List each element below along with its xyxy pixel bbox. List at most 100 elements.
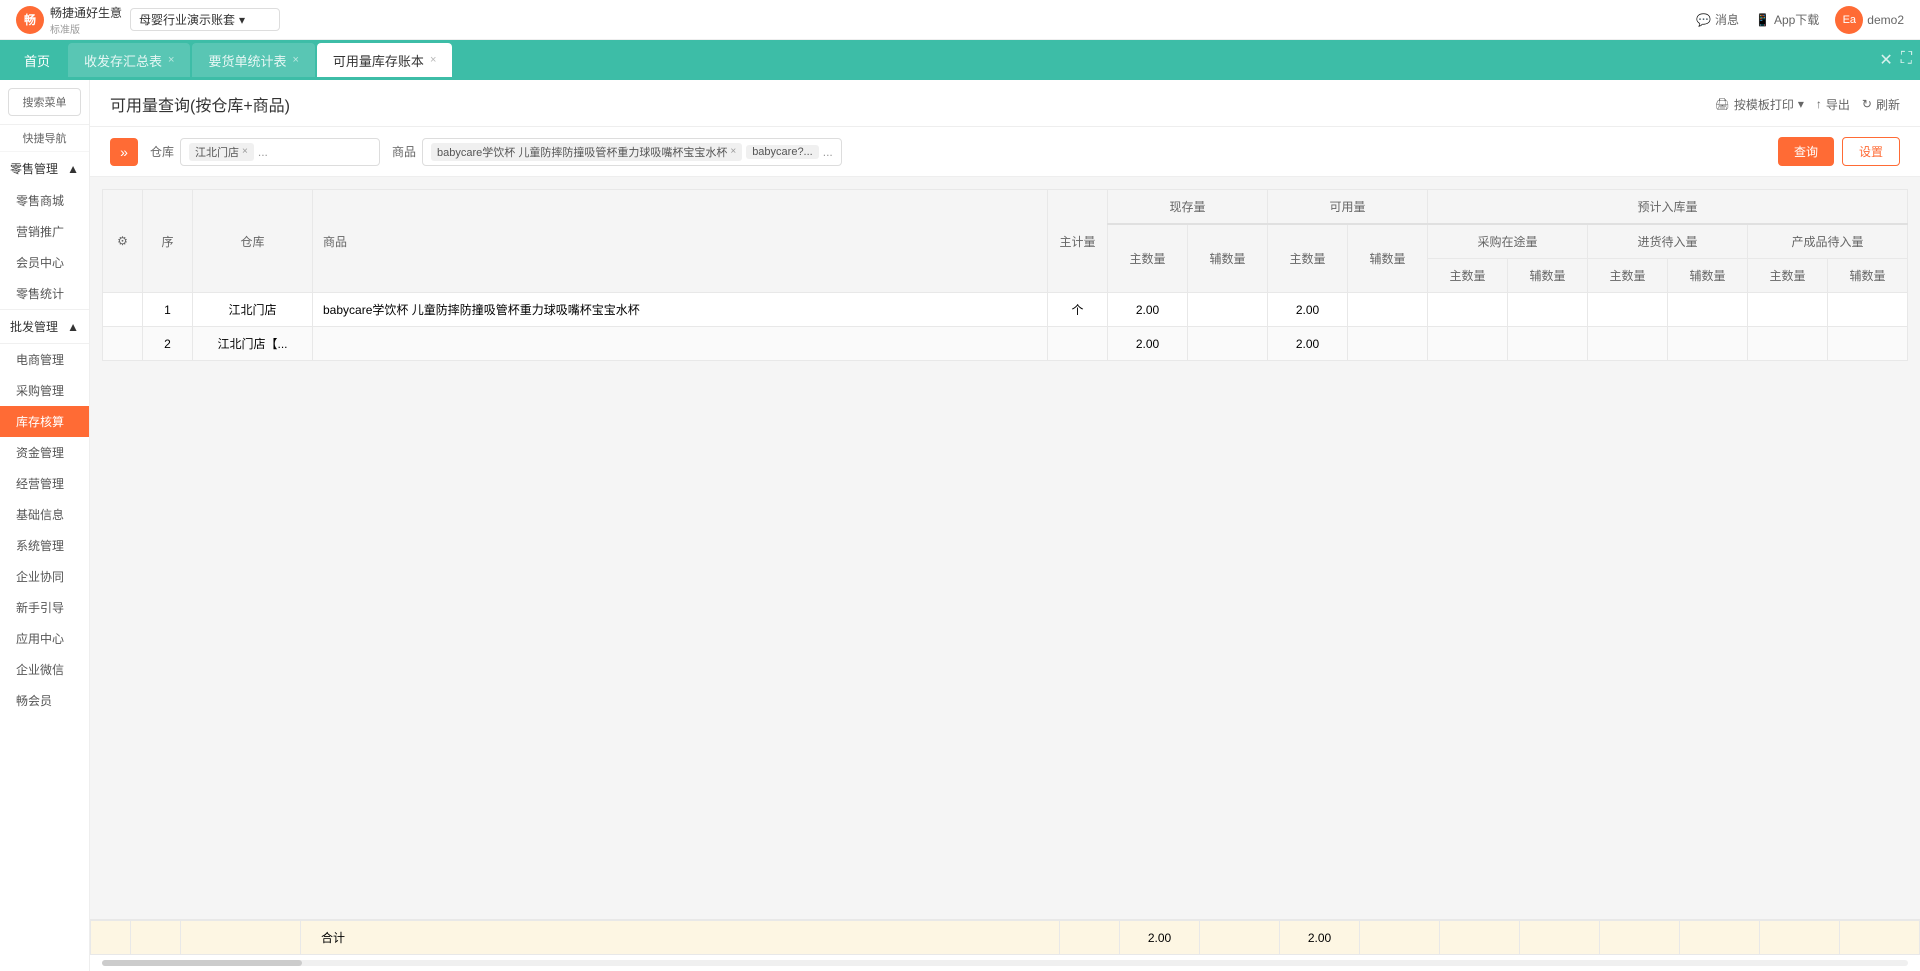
sidebar-item-app-center[interactable]: 应用中心 [0,623,89,654]
tab-item-3[interactable]: 可用量库存账本 × [317,43,452,77]
goods-col-header: 商品 [313,190,1048,293]
sidebar-item-vip-member[interactable]: 畅会员 [0,685,89,716]
sidebar-item-marketing[interactable]: 营销推广 [0,216,89,247]
warehouse-ellipsis[interactable]: ... [258,145,268,159]
sidebar-item-purchase[interactable]: 采购管理 [0,375,89,406]
goods-tag-1: babycare?... [746,145,819,159]
sidebar-item-retail-stats[interactable]: 零售统计 [0,278,89,309]
warehouse-col-header: 仓库 [193,190,313,293]
proc-main-qty-header: 主数量 [1428,259,1508,293]
summary-product-main [1748,327,1828,361]
sidebar-quick-nav[interactable]: 快捷导航 [0,125,89,152]
avatar-text: Ea [1843,14,1856,26]
available-aux-qty-header: 辅数量 [1348,224,1428,293]
row-avail-aux-1 [1348,293,1428,327]
tab-home[interactable]: 首页 [8,45,66,76]
content-area: 可用量查询(按仓库+商品) 🖨 按模板打印 ▾ ↑ 导出 ↻ 刷新 [90,80,1920,971]
total-product-aux [1840,921,1920,955]
message-action[interactable]: 💬 消息 [1696,11,1739,28]
warehouse-tag-close-0[interactable]: × [242,146,248,157]
summary-goods [313,327,1048,361]
sidebar-item-inventory[interactable]: 库存核算 [0,406,89,437]
user-profile[interactable]: Ea demo2 [1835,6,1904,34]
sidebar-item-system[interactable]: 系统管理 [0,530,89,561]
export-icon: ↑ [1816,97,1822,111]
sidebar-section-wholesale: 批发管理 ▲ [0,310,89,344]
total-unit [1060,921,1120,955]
tab-label-1: 收发存汇总表 [84,51,162,70]
warehouse-filter: 仓库 江北门店 × ... [150,138,380,166]
sidebar-item-finance[interactable]: 资金管理 [0,437,89,468]
brand-sub: 标准版 [50,21,122,36]
query-button[interactable]: 查询 [1778,137,1834,166]
total-warehouse [181,921,301,955]
sidebar-item-retail-mall[interactable]: 零售商城 [0,185,89,216]
goods-ellipsis[interactable]: ... [823,145,833,159]
warehouse-tag-0: 江北门店 × [189,143,254,161]
scroll-thumb[interactable] [102,960,302,966]
row-warehouse-1: 江北门店 [193,293,313,327]
goods-input[interactable]: babycare学饮杯 儿童防摔防撞吸管杯重力球吸嘴杯宝宝水杯 × babyca… [422,138,842,166]
scroll-track[interactable] [102,960,1908,966]
total-proc-main [1440,921,1520,955]
app-download-action[interactable]: 📱 App下载 [1755,11,1819,28]
filter-actions: 查询 设置 [1778,137,1900,166]
user-name: demo2 [1867,13,1904,27]
refresh-action[interactable]: ↻ 刷新 [1862,96,1900,113]
sidebar-item-basic-info[interactable]: 基础信息 [0,499,89,530]
tab-label-2: 要货单统计表 [208,51,286,70]
row-current-aux-1 [1188,293,1268,327]
sidebar-item-members[interactable]: 会员中心 [0,247,89,278]
summary-unit [1048,327,1108,361]
page-title-row: 可用量查询(按仓库+商品) 🖨 按模板打印 ▾ ↑ 导出 ↻ 刷新 [110,92,1900,126]
summary-settings [103,327,143,361]
tab-close-1[interactable]: × [168,54,174,66]
product-aux-qty-header: 辅数量 [1828,259,1908,293]
settings-button[interactable]: 设置 [1842,137,1900,166]
row-current-main-1: 2.00 [1108,293,1188,327]
summary-avail-aux [1348,327,1428,361]
warehouse-input[interactable]: 江北门店 × ... [180,138,380,166]
summary-no: 2 [143,327,193,361]
refresh-icon: ↻ [1862,97,1872,111]
print-icon: 🖨 [1715,97,1730,111]
total-row: 合计 2.00 2.00 [91,921,1920,955]
total-inbound-main [1600,921,1680,955]
row-product-main-1 [1748,293,1828,327]
sidebar-section-retail-label: 零售管理 [10,160,58,177]
data-table: ⚙ 序 仓库 商品 主计量 现存量 可用量 预计入库量 主数量 辅数量 主数量 … [102,189,1908,361]
filter-expand-button[interactable]: » [110,138,138,166]
total-current-aux [1200,921,1280,955]
tab-close-all-icon[interactable]: ✕ [1879,50,1892,70]
table-area: ⚙ 序 仓库 商品 主计量 现存量 可用量 预计入库量 主数量 辅数量 主数量 … [90,177,1920,919]
summary-proc-main [1428,327,1508,361]
footer-table: 合计 2.00 2.00 [90,920,1920,955]
current-stock-header: 现存量 [1108,190,1268,225]
tab-item-2[interactable]: 要货单统计表 × [192,43,314,77]
row-no-1: 1 [143,293,193,327]
available-main-qty-header: 主数量 [1268,224,1348,293]
total-inbound-aux [1680,921,1760,955]
sidebar-item-newbie-guide[interactable]: 新手引导 [0,592,89,623]
predicted-inbound-header: 预计入库量 [1428,190,1908,225]
sidebar-item-operations[interactable]: 经营管理 [0,468,89,499]
industry-selector[interactable]: 母婴行业演示账套 ▾ [130,8,280,31]
brand-info: 畅捷通好生意 标准版 [50,4,122,36]
sidebar-section-retail-header[interactable]: 零售管理 ▲ [0,152,89,185]
tab-close-3[interactable]: × [430,54,436,66]
tab-item-1[interactable]: 收发存汇总表 × [68,43,190,77]
tab-close-2[interactable]: × [292,54,298,66]
print-action[interactable]: 🖨 按模板打印 ▾ [1715,96,1804,113]
inbound-main-qty-header: 主数量 [1588,259,1668,293]
sidebar-item-enterprise-collab[interactable]: 企业协同 [0,561,89,592]
sidebar-search-button[interactable]: 搜索菜单 [8,88,81,116]
sidebar-item-ecommerce[interactable]: 电商管理 [0,344,89,375]
filter-bar: » 仓库 江北门店 × ... 商品 babycare学饮杯 儿童防摔防撞吸管杯… [90,127,1920,177]
tab-label-3: 可用量库存账本 [333,51,424,70]
sidebar-section-wholesale-header[interactable]: 批发管理 ▲ [0,310,89,343]
summary-warehouse: 江北门店【... [193,327,313,361]
export-action[interactable]: ↑ 导出 [1816,96,1850,113]
goods-tag-close-0[interactable]: × [730,146,736,157]
sidebar-item-enterprise-wechat[interactable]: 企业微信 [0,654,89,685]
tab-maximize-icon[interactable]: ⛶ [1901,50,1912,70]
